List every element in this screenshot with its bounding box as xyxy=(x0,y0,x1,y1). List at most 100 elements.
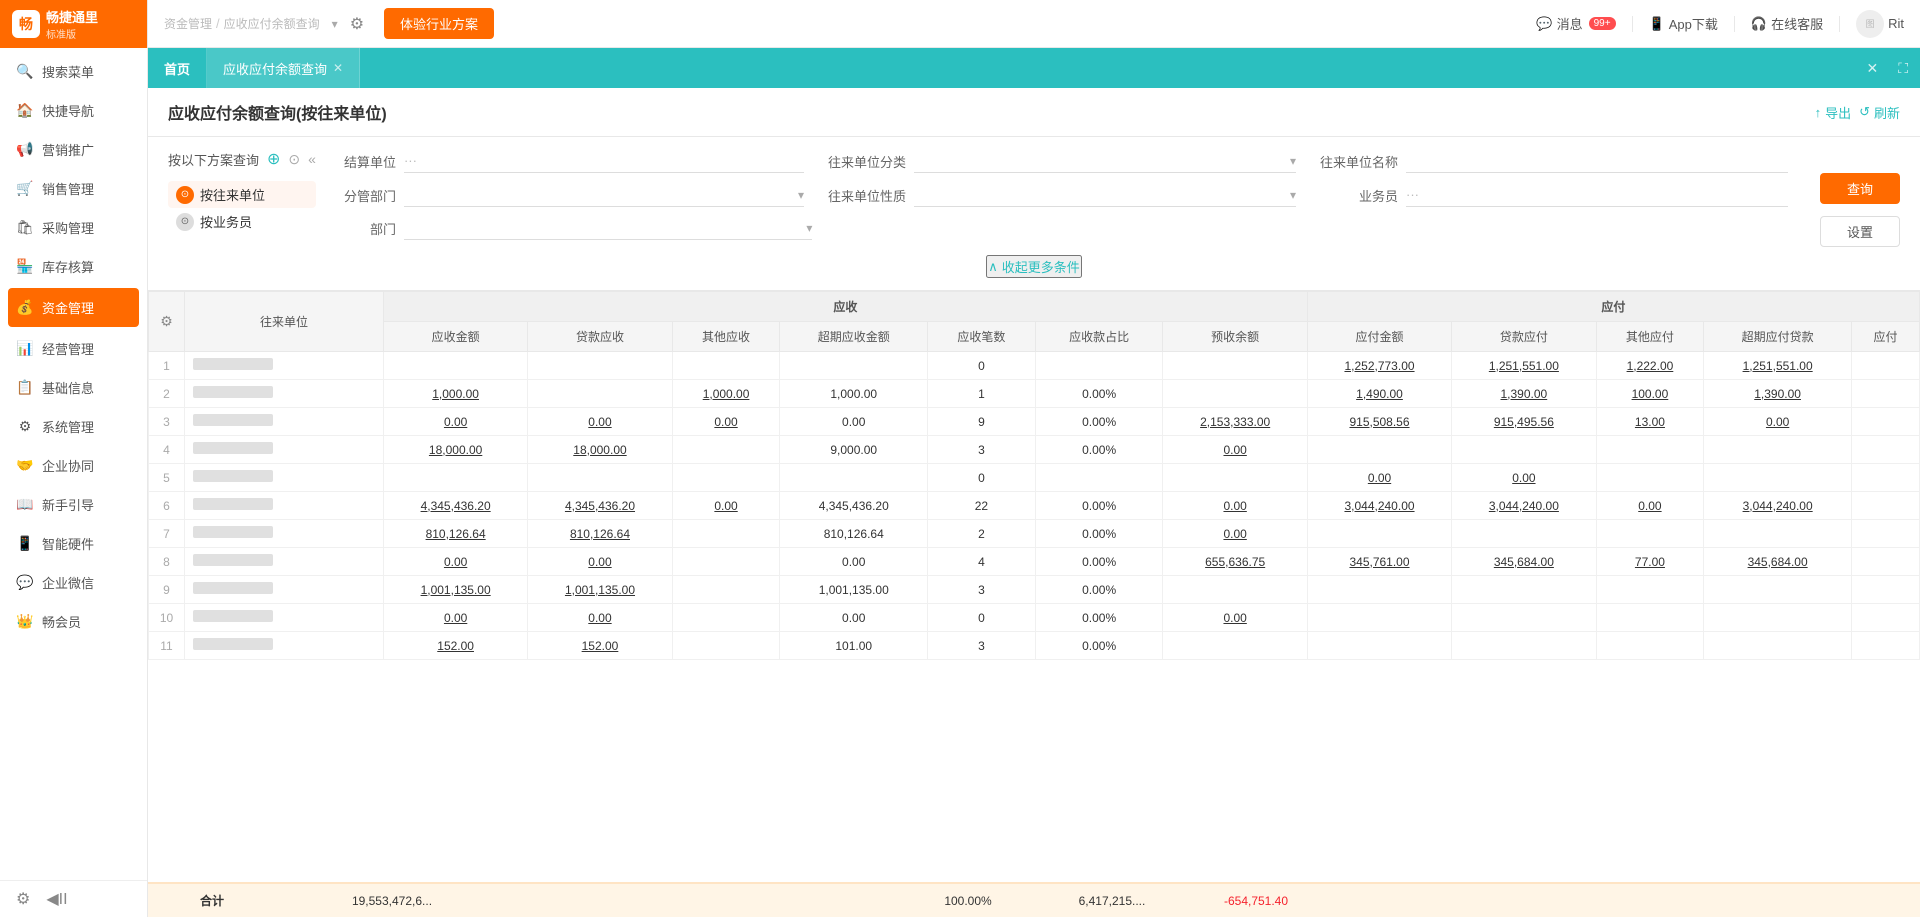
query-btn[interactable]: 查询 xyxy=(1820,173,1900,204)
row-pay-overdue[interactable]: 345,684.00 xyxy=(1704,548,1852,576)
partner-name-input[interactable] xyxy=(1406,153,1788,168)
tab-query[interactable]: 应收应付余额查询 ✕ xyxy=(207,48,360,88)
sidebar-item-inventory[interactable]: 🏪 库存核算 xyxy=(0,247,147,286)
sidebar-item-quicknav[interactable]: 🏠 快捷导航 xyxy=(0,91,147,130)
service-label: 在线客服 xyxy=(1771,14,1823,33)
row-rec-amount[interactable]: 4,345,436.20 xyxy=(383,492,527,520)
row-pay-amount[interactable]: 0.00 xyxy=(1307,464,1451,492)
filter-collapse-icon[interactable]: « xyxy=(308,151,316,167)
sidebar-item-hardware[interactable]: 📱 智能硬件 xyxy=(0,524,147,563)
row-pay-other[interactable]: 13.00 xyxy=(1596,408,1704,436)
row-rec-amount[interactable]: 0.00 xyxy=(383,408,527,436)
header-messages[interactable]: 💬 消息 99+ xyxy=(1536,14,1615,33)
query-option-salesperson[interactable]: ⊙ 按业务员 xyxy=(168,208,316,235)
dept-arrow[interactable]: ▾ xyxy=(806,221,812,235)
table-settings-icon[interactable]: ⚙ xyxy=(160,313,173,329)
refresh-btn[interactable]: ↺ 刷新 xyxy=(1859,103,1900,122)
sidebar-item-wechat[interactable]: 💬 企业微信 xyxy=(0,563,147,602)
row-pay-loan[interactable]: 345,684.00 xyxy=(1452,548,1596,576)
filter-settings-icon[interactable]: ⊙ xyxy=(288,151,300,168)
row-rec-amount[interactable]: 1,000.00 xyxy=(383,380,527,408)
row-rec-loan[interactable]: 0.00 xyxy=(528,548,672,576)
row-rec-loan[interactable]: 810,126.64 xyxy=(528,520,672,548)
header-online-service[interactable]: 🎧 在线客服 xyxy=(1751,14,1823,33)
partner-nature-arrow[interactable]: ▾ xyxy=(1290,188,1296,202)
row-pay-amount[interactable]: 1,252,773.00 xyxy=(1307,352,1451,380)
header-gear-icon[interactable]: ⚙ xyxy=(350,14,364,34)
header-dropdown-icon[interactable]: ▾ xyxy=(332,17,338,31)
row-rec-advance[interactable]: 0.00 xyxy=(1163,492,1307,520)
trial-btn[interactable]: 体验行业方案 xyxy=(384,8,494,39)
row-rec-other[interactable]: 1,000.00 xyxy=(672,380,780,408)
export-btn[interactable]: ↑ 导出 xyxy=(1815,103,1852,122)
row-rec-loan[interactable]: 0.00 xyxy=(528,604,672,632)
col-settings[interactable]: ⚙ xyxy=(149,292,185,352)
sidebar-item-guide[interactable]: 📖 新手引导 xyxy=(0,485,147,524)
tab-close-icon[interactable]: ✕ xyxy=(333,61,343,75)
collapse-footer-icon[interactable]: ◀II xyxy=(46,889,67,909)
partner-category-arrow[interactable]: ▾ xyxy=(1290,154,1296,168)
sidebar-item-collab[interactable]: 🤝 企业协同 xyxy=(0,446,147,485)
row-rec-amount[interactable]: 1,001,135.00 xyxy=(383,576,527,604)
row-pay-amount[interactable]: 1,490.00 xyxy=(1307,380,1451,408)
row-rec-loan[interactable]: 18,000.00 xyxy=(528,436,672,464)
row-pay-other[interactable]: 1,222.00 xyxy=(1596,352,1704,380)
row-pay-overdue[interactable]: 1,390.00 xyxy=(1704,380,1852,408)
salesperson-dots[interactable]: ··· xyxy=(1406,187,1419,202)
row-rec-loan[interactable]: 1,001,135.00 xyxy=(528,576,672,604)
tab-expand-icon[interactable]: ⛶ xyxy=(1898,60,1908,77)
row-rec-loan[interactable]: 0.00 xyxy=(528,408,672,436)
row-rec-other[interactable]: 0.00 xyxy=(672,492,780,520)
row-pay-amount[interactable]: 915,508.56 xyxy=(1307,408,1451,436)
settings-footer-icon[interactable]: ⚙ xyxy=(16,889,30,909)
sidebar-item-purchase[interactable]: 🛍 采购管理 xyxy=(0,208,147,247)
finance-icon: 💰 xyxy=(16,299,34,316)
row-rec-advance[interactable]: 0.00 xyxy=(1163,520,1307,548)
row-pay-loan[interactable]: 3,044,240.00 xyxy=(1452,492,1596,520)
sidebar-item-marketing[interactable]: 📢 营销推广 xyxy=(0,130,147,169)
row-rec-advance[interactable]: 655,636.75 xyxy=(1163,548,1307,576)
row-rec-amount[interactable]: 152.00 xyxy=(383,632,527,660)
row-rec-advance[interactable]: 2,153,333.00 xyxy=(1163,408,1307,436)
row-rec-amount[interactable]: 0.00 xyxy=(383,604,527,632)
settlement-dots[interactable]: ··· xyxy=(404,153,417,168)
row-rec-advance[interactable]: 0.00 xyxy=(1163,436,1307,464)
sidebar-item-member[interactable]: 👑 畅会员 xyxy=(0,602,147,641)
row-pay-loan[interactable]: 1,251,551.00 xyxy=(1452,352,1596,380)
row-pay-overdue[interactable]: 1,251,551.00 xyxy=(1704,352,1852,380)
row-pay-amount[interactable]: 3,044,240.00 xyxy=(1307,492,1451,520)
sidebar-item-system[interactable]: ⚙ 系统管理 xyxy=(0,407,147,446)
table-container[interactable]: ⚙ 往来单位 应收 应付 应收金额 贷款应收 其他应收 超期应收金额 应收笔数 … xyxy=(148,291,1920,882)
row-pay-amount[interactable]: 345,761.00 xyxy=(1307,548,1451,576)
row-rec-loan[interactable]: 152.00 xyxy=(528,632,672,660)
sidebar-item-search[interactable]: 🔍 搜索菜单 xyxy=(0,52,147,91)
row-pay-loan[interactable]: 915,495.56 xyxy=(1452,408,1596,436)
row-pay-other[interactable]: 100.00 xyxy=(1596,380,1704,408)
row-pay-overdue[interactable]: 0.00 xyxy=(1704,408,1852,436)
sidebar-item-label: 采购管理 xyxy=(42,218,94,237)
tab-home[interactable]: 首页 xyxy=(148,48,207,88)
header-user[interactable]: 图 Rit xyxy=(1856,10,1904,38)
filter-collapse-btn[interactable]: ∧ 收起更多条件 xyxy=(986,255,1082,278)
row-pay-loan[interactable]: 0.00 xyxy=(1452,464,1596,492)
dept-manager-arrow[interactable]: ▾ xyxy=(798,188,804,202)
sidebar-item-sales[interactable]: 🛒 销售管理 xyxy=(0,169,147,208)
sidebar-item-basics[interactable]: 📋 基础信息 xyxy=(0,368,147,407)
row-pay-loan[interactable]: 1,390.00 xyxy=(1452,380,1596,408)
filter-add-btn[interactable]: ⊕ xyxy=(267,149,280,169)
row-rec-amount[interactable]: 810,126.64 xyxy=(383,520,527,548)
setting-btn[interactable]: 设置 xyxy=(1820,216,1900,247)
sidebar-item-operations[interactable]: 📊 经营管理 xyxy=(0,329,147,368)
row-pay-overdue[interactable]: 3,044,240.00 xyxy=(1704,492,1852,520)
row-pay-other[interactable]: 77.00 xyxy=(1596,548,1704,576)
row-rec-amount[interactable]: 0.00 xyxy=(383,548,527,576)
row-rec-advance[interactable]: 0.00 xyxy=(1163,604,1307,632)
sidebar-item-finance[interactable]: 💰 资金管理 xyxy=(8,288,139,327)
row-rec-loan[interactable]: 4,345,436.20 xyxy=(528,492,672,520)
row-rec-other[interactable]: 0.00 xyxy=(672,408,780,436)
header-app-download[interactable]: 📱 App下载 xyxy=(1649,14,1718,33)
query-option-partner[interactable]: ⊙ 按往来单位 xyxy=(168,181,316,208)
tab-close-all-icon[interactable]: ✕ xyxy=(1866,60,1890,77)
row-rec-amount[interactable]: 18,000.00 xyxy=(383,436,527,464)
row-pay-other[interactable]: 0.00 xyxy=(1596,492,1704,520)
